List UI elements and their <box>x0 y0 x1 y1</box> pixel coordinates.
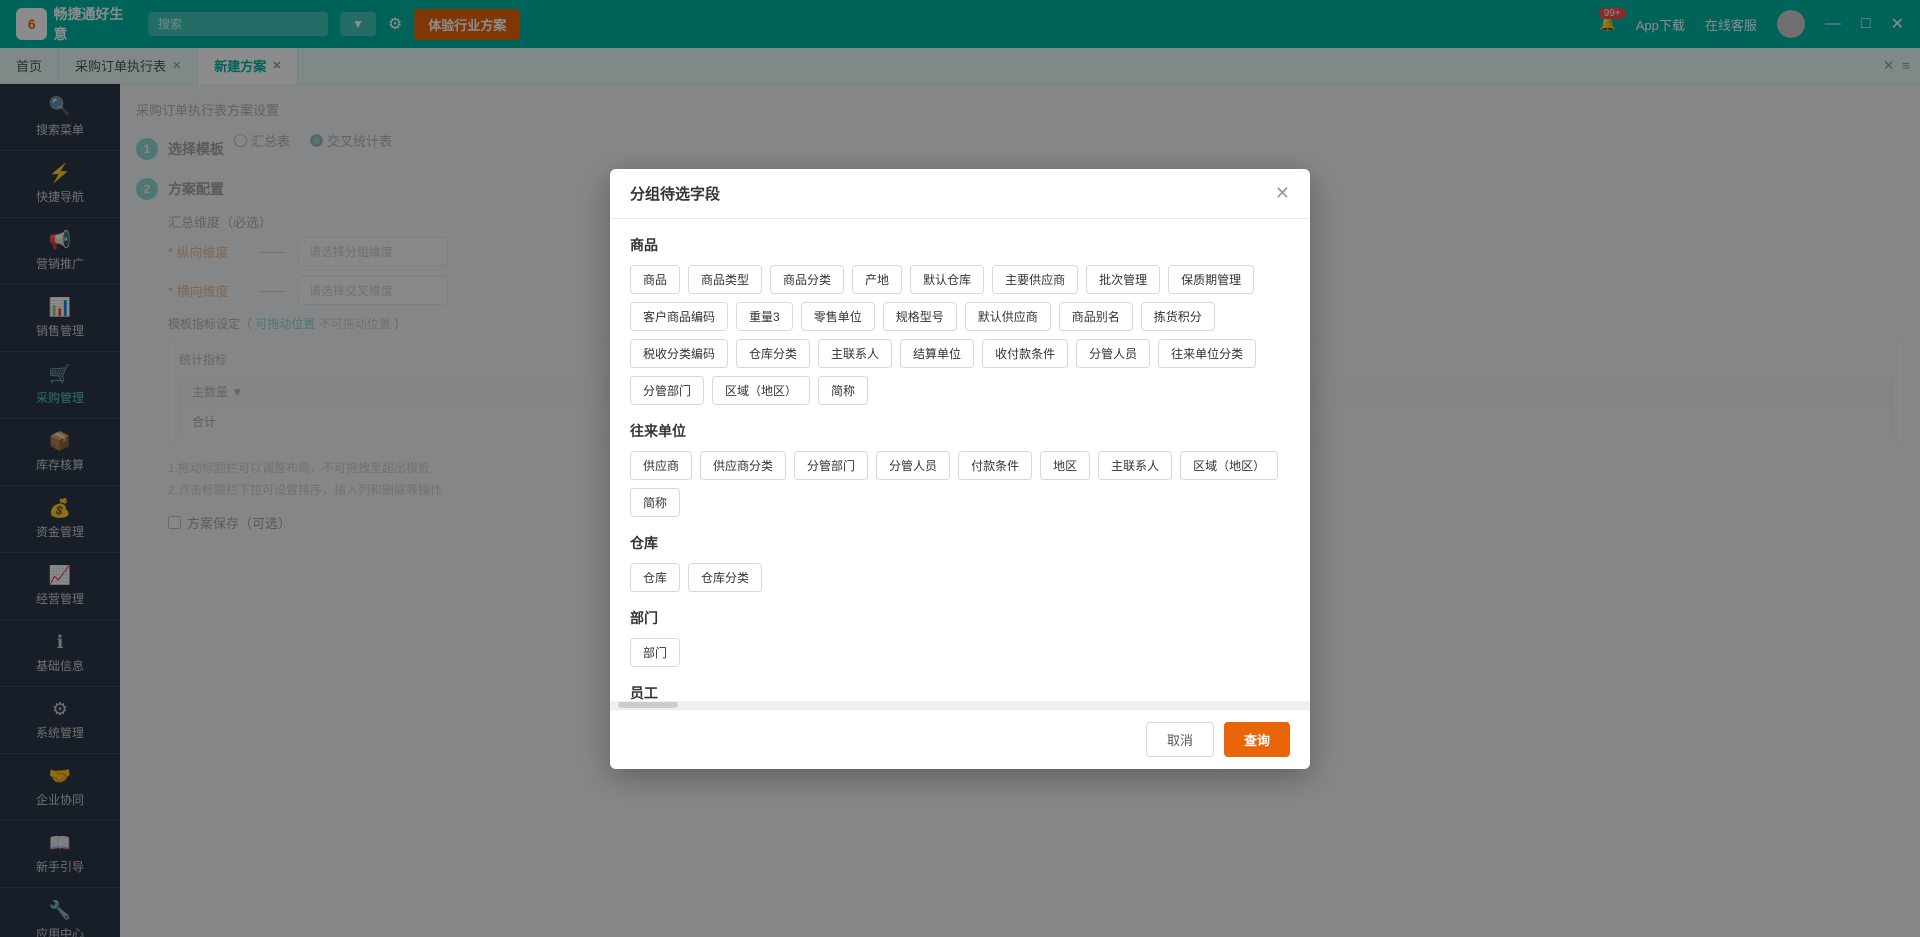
chip-goods-4[interactable]: 默认仓库 <box>910 265 984 294</box>
chip-goods-19[interactable]: 收付款条件 <box>982 339 1068 368</box>
section-employee: 员工 业务员 <box>630 683 1290 702</box>
chip-partner-2[interactable]: 分管部门 <box>794 451 868 480</box>
modal-hscroll[interactable] <box>610 701 1310 708</box>
hscroll-thumb[interactable] <box>618 702 678 708</box>
modal-header: 分组待选字段 ✕ <box>610 169 1310 219</box>
chip-goods-10[interactable]: 零售单位 <box>801 302 875 331</box>
chip-goods-14[interactable]: 拣货积分 <box>1141 302 1215 331</box>
chip-goods-17[interactable]: 主联系人 <box>818 339 892 368</box>
chip-goods-15[interactable]: 税收分类编码 <box>630 339 728 368</box>
confirm-button[interactable]: 查询 <box>1224 722 1290 757</box>
chip-goods-11[interactable]: 规格型号 <box>883 302 957 331</box>
modal-footer: 取消 查询 <box>610 709 1310 769</box>
chip-goods-1[interactable]: 商品类型 <box>688 265 762 294</box>
section-partner-title: 往来单位 <box>630 421 1290 441</box>
section-warehouse: 仓库 仓库 仓库分类 <box>630 533 1290 592</box>
section-warehouse-chips: 仓库 仓库分类 <box>630 563 1290 592</box>
chip-goods-13[interactable]: 商品别名 <box>1059 302 1133 331</box>
modal-body[interactable]: 商品 商品 商品类型 商品分类 产地 默认仓库 主要供应商 批次管理 保质期管理… <box>610 219 1310 702</box>
section-partner: 往来单位 供应商 供应商分类 分管部门 分管人员 付款条件 地区 主联系人 区域… <box>630 421 1290 517</box>
section-goods-chips: 商品 商品类型 商品分类 产地 默认仓库 主要供应商 批次管理 保质期管理 客户… <box>630 265 1290 405</box>
chip-goods-6[interactable]: 批次管理 <box>1086 265 1160 294</box>
chip-goods-18[interactable]: 结算单位 <box>900 339 974 368</box>
chip-partner-8[interactable]: 简称 <box>630 488 680 517</box>
chip-partner-3[interactable]: 分管人员 <box>876 451 950 480</box>
chip-goods-5[interactable]: 主要供应商 <box>992 265 1078 294</box>
section-partner-chips: 供应商 供应商分类 分管部门 分管人员 付款条件 地区 主联系人 区域（地区） … <box>630 451 1290 517</box>
chip-partner-0[interactable]: 供应商 <box>630 451 692 480</box>
chip-warehouse-0[interactable]: 仓库 <box>630 563 680 592</box>
chip-goods-24[interactable]: 简称 <box>818 376 868 405</box>
chip-dept-0[interactable]: 部门 <box>630 638 680 667</box>
cancel-button[interactable]: 取消 <box>1146 722 1214 757</box>
chip-goods-16[interactable]: 仓库分类 <box>736 339 810 368</box>
section-warehouse-title: 仓库 <box>630 533 1290 553</box>
chip-goods-23[interactable]: 区域（地区） <box>712 376 810 405</box>
section-goods: 商品 商品 商品类型 商品分类 产地 默认仓库 主要供应商 批次管理 保质期管理… <box>630 235 1290 405</box>
chip-partner-7[interactable]: 区域（地区） <box>1180 451 1278 480</box>
chip-goods-21[interactable]: 往来单位分类 <box>1158 339 1256 368</box>
chip-goods-7[interactable]: 保质期管理 <box>1168 265 1254 294</box>
chip-partner-4[interactable]: 付款条件 <box>958 451 1032 480</box>
chip-goods-3[interactable]: 产地 <box>852 265 902 294</box>
section-dept: 部门 部门 <box>630 608 1290 667</box>
chip-goods-0[interactable]: 商品 <box>630 265 680 294</box>
modal-title: 分组待选字段 <box>630 183 720 204</box>
chip-partner-1[interactable]: 供应商分类 <box>700 451 786 480</box>
chip-goods-12[interactable]: 默认供应商 <box>965 302 1051 331</box>
section-goods-title: 商品 <box>630 235 1290 255</box>
chip-goods-9[interactable]: 重量3 <box>736 302 793 331</box>
modal-close-button[interactable]: ✕ <box>1275 183 1290 204</box>
chip-goods-22[interactable]: 分管部门 <box>630 376 704 405</box>
chip-goods-20[interactable]: 分管人员 <box>1076 339 1150 368</box>
chip-warehouse-1[interactable]: 仓库分类 <box>688 563 762 592</box>
field-selection-modal: 分组待选字段 ✕ 商品 商品 商品类型 商品分类 产地 默认仓库 主要供应商 批… <box>610 169 1310 769</box>
chip-partner-5[interactable]: 地区 <box>1040 451 1090 480</box>
section-employee-title: 员工 <box>630 683 1290 702</box>
section-dept-chips: 部门 <box>630 638 1290 667</box>
section-dept-title: 部门 <box>630 608 1290 628</box>
chip-partner-6[interactable]: 主联系人 <box>1098 451 1172 480</box>
chip-goods-8[interactable]: 客户商品编码 <box>630 302 728 331</box>
chip-goods-2[interactable]: 商品分类 <box>770 265 844 294</box>
